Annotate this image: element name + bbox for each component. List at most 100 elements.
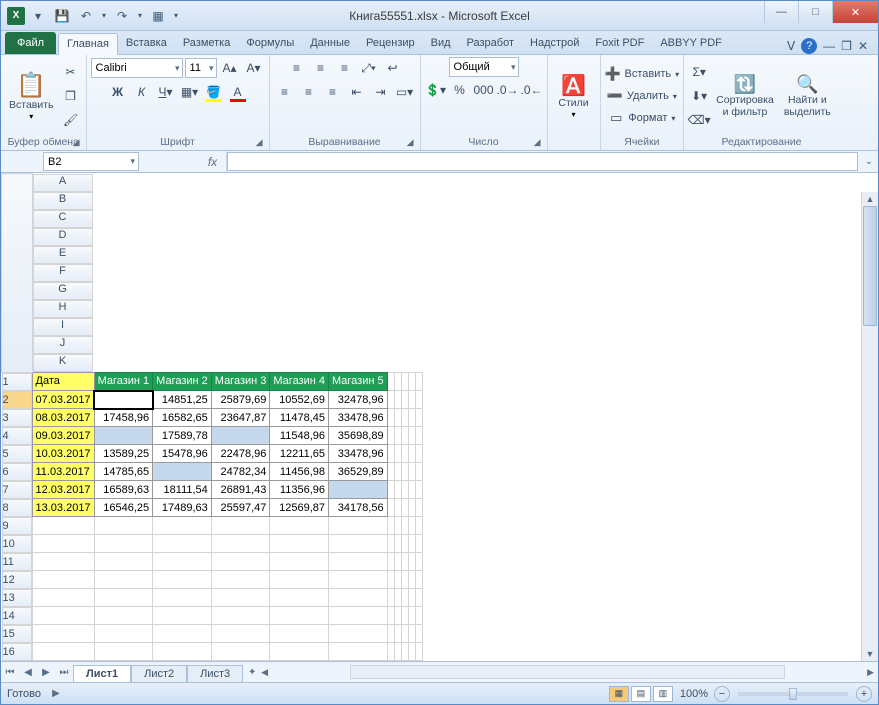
- cell-D14[interactable]: [211, 607, 270, 625]
- vertical-scrollbar[interactable]: ▲ ▼: [861, 192, 878, 661]
- cell-H17[interactable]: [394, 661, 401, 662]
- workbook-restore-icon[interactable]: ❐: [841, 39, 852, 53]
- cell-G7[interactable]: [387, 481, 394, 499]
- cell-C10[interactable]: [153, 535, 212, 553]
- cell-A3[interactable]: 08.03.2017: [32, 409, 94, 427]
- cell-I7[interactable]: [401, 481, 408, 499]
- cell-E7[interactable]: 11356,96: [270, 481, 329, 499]
- cell-B9[interactable]: [94, 517, 153, 535]
- cell-G15[interactable]: [387, 625, 394, 643]
- scroll-up-icon[interactable]: ▲: [862, 192, 878, 206]
- cell-B17[interactable]: [94, 661, 153, 662]
- cell-B13[interactable]: [94, 589, 153, 607]
- font-color-button[interactable]: A: [227, 81, 249, 103]
- tab-insert[interactable]: Вставка: [118, 32, 175, 54]
- cell-A5[interactable]: 10.03.2017: [32, 445, 94, 463]
- formula-input[interactable]: [227, 152, 858, 171]
- cell-H15[interactable]: [394, 625, 401, 643]
- cell-A1[interactable]: Дата: [32, 372, 94, 391]
- format-painter-icon[interactable]: 🖌: [60, 109, 82, 131]
- maximize-button[interactable]: □: [798, 1, 832, 23]
- insert-function-button[interactable]: fx: [199, 151, 227, 172]
- cell-K8[interactable]: [415, 499, 422, 517]
- cell-H2[interactable]: [394, 391, 401, 409]
- cell-E6[interactable]: 11456,98: [270, 463, 329, 481]
- row-header-5[interactable]: 5: [2, 445, 32, 463]
- cell-J16[interactable]: [408, 643, 415, 661]
- cell-G2[interactable]: [387, 391, 394, 409]
- cell-J1[interactable]: [408, 372, 415, 391]
- cell-J11[interactable]: [408, 553, 415, 571]
- cell-B11[interactable]: [94, 553, 153, 571]
- cell-C7[interactable]: 18111,54: [153, 481, 212, 499]
- increase-indent-icon[interactable]: ⇥: [370, 81, 392, 103]
- sheet-nav-next[interactable]: ▶: [37, 663, 55, 681]
- tab-addins[interactable]: Надстрой: [522, 32, 587, 54]
- row-header-2[interactable]: 2: [2, 391, 32, 409]
- delete-cells-button[interactable]: ➖Удалить▾: [607, 86, 677, 106]
- expand-formula-bar-icon[interactable]: ⌄: [860, 151, 878, 172]
- cell-K5[interactable]: [415, 445, 422, 463]
- column-header-E[interactable]: E: [33, 246, 93, 264]
- cell-D7[interactable]: 26891,43: [211, 481, 270, 499]
- cell-B8[interactable]: 16546,25: [94, 499, 153, 517]
- print-preview-icon[interactable]: ▦: [147, 5, 169, 27]
- column-header-D[interactable]: D: [33, 228, 93, 246]
- cell-J17[interactable]: [408, 661, 415, 662]
- cell-I9[interactable]: [401, 517, 408, 535]
- cell-A6[interactable]: 11.03.2017: [32, 463, 94, 481]
- cell-K10[interactable]: [415, 535, 422, 553]
- cell-K11[interactable]: [415, 553, 422, 571]
- column-header-A[interactable]: A: [33, 174, 93, 192]
- cell-K6[interactable]: [415, 463, 422, 481]
- cell-C11[interactable]: [153, 553, 212, 571]
- qat-customize-icon[interactable]: ▾: [171, 5, 181, 27]
- column-header-C[interactable]: C: [33, 210, 93, 228]
- cell-B7[interactable]: 16589,63: [94, 481, 153, 499]
- scrollbar-thumb[interactable]: [863, 206, 877, 326]
- cell-K4[interactable]: [415, 427, 422, 445]
- cell-J3[interactable]: [408, 409, 415, 427]
- cell-C8[interactable]: 17489,63: [153, 499, 212, 517]
- cell-B1[interactable]: Магазин 1: [94, 372, 153, 391]
- cell-E10[interactable]: [270, 535, 329, 553]
- cell-F17[interactable]: [329, 661, 388, 662]
- cell-J12[interactable]: [408, 571, 415, 589]
- row-header-12[interactable]: 12: [2, 571, 32, 589]
- tab-developer[interactable]: Разработ: [459, 32, 522, 54]
- help-icon[interactable]: ?: [801, 38, 817, 54]
- cell-F6[interactable]: 36529,89: [329, 463, 388, 481]
- cell-I17[interactable]: [401, 661, 408, 662]
- minimize-button[interactable]: —: [764, 1, 798, 23]
- insert-cells-button[interactable]: ➕Вставить▾: [605, 64, 680, 84]
- cell-D17[interactable]: [211, 661, 270, 662]
- cell-J14[interactable]: [408, 607, 415, 625]
- qat-undo-dropdown[interactable]: ▾: [99, 5, 109, 27]
- cell-D3[interactable]: 23647,87: [211, 409, 270, 427]
- cell-J6[interactable]: [408, 463, 415, 481]
- cell-B10[interactable]: [94, 535, 153, 553]
- cell-B6[interactable]: 14785,65: [94, 463, 153, 481]
- cell-K17[interactable]: [415, 661, 422, 662]
- cell-G5[interactable]: [387, 445, 394, 463]
- cell-H10[interactable]: [394, 535, 401, 553]
- row-header-15[interactable]: 15: [2, 625, 32, 643]
- paste-button[interactable]: 📋 Вставить ▾: [5, 69, 58, 123]
- cell-D8[interactable]: 25597,47: [211, 499, 270, 517]
- cell-A13[interactable]: [32, 589, 94, 607]
- cell-K12[interactable]: [415, 571, 422, 589]
- cell-J9[interactable]: [408, 517, 415, 535]
- clipboard-dialog-launcher[interactable]: ◢: [73, 137, 80, 148]
- percent-format-icon[interactable]: %: [449, 79, 471, 101]
- cell-E14[interactable]: [270, 607, 329, 625]
- scroll-left-icon[interactable]: ◀: [261, 667, 268, 678]
- cell-A8[interactable]: 13.03.2017: [32, 499, 94, 517]
- cell-I16[interactable]: [401, 643, 408, 661]
- sheet-tab-2[interactable]: Лист2: [131, 665, 187, 682]
- cell-I8[interactable]: [401, 499, 408, 517]
- cell-I6[interactable]: [401, 463, 408, 481]
- cell-C1[interactable]: Магазин 2: [153, 372, 212, 391]
- cell-E8[interactable]: 12569,87: [270, 499, 329, 517]
- cell-E11[interactable]: [270, 553, 329, 571]
- file-tab[interactable]: Файл: [5, 32, 56, 54]
